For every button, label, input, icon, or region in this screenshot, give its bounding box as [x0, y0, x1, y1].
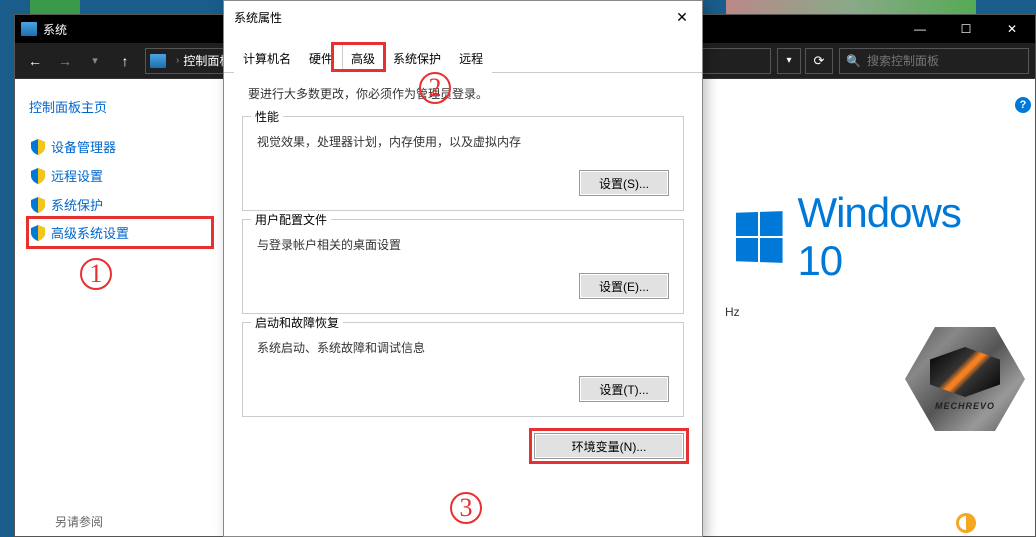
system-icon — [21, 22, 37, 36]
sidebar-item-protection[interactable]: 系统保护 — [29, 190, 211, 219]
shield-icon — [31, 168, 45, 184]
annotation-1: 1 — [80, 258, 112, 290]
refresh-button[interactable]: ⟳ — [805, 48, 833, 74]
sidebar-item-device-manager[interactable]: 设备管理器 — [29, 132, 211, 161]
group-performance: 性能 视觉效果，处理器计划，内存使用，以及虚拟内存 设置(S)... — [242, 116, 684, 211]
nav-back[interactable]: ← — [21, 47, 49, 75]
desktop-background-hint2 — [726, 0, 976, 14]
sidebar-item-remote[interactable]: 远程设置 — [29, 161, 211, 190]
user-profiles-settings-button[interactable]: 设置(E)... — [579, 273, 669, 299]
watermark-text: 创新互联 — [980, 514, 1032, 533]
minimize-button[interactable]: — — [897, 15, 943, 43]
group-startup-text: 系统启动、系统故障和调试信息 — [257, 339, 669, 356]
spec-hz: Hz — [725, 305, 740, 319]
sidebar-item-label: 设备管理器 — [51, 137, 116, 156]
performance-settings-button[interactable]: 设置(S)... — [579, 170, 669, 196]
environment-variables-button[interactable]: 环境变量(N)... — [534, 433, 684, 459]
startup-settings-button[interactable]: 设置(T)... — [579, 376, 669, 402]
nav-recent[interactable]: ▾ — [81, 47, 109, 75]
dialog-tabs: 计算机名 硬件 高级 系统保护 远程 — [224, 43, 702, 73]
mechrevo-badge: MECHREVO — [905, 327, 1025, 431]
breadcrumb-icon — [150, 54, 166, 68]
dialog-title: 系统属性 — [234, 9, 282, 26]
shield-icon — [31, 139, 45, 155]
windows-logo-text: Windows 10 — [797, 189, 1005, 285]
maximize-button[interactable]: ☐ — [943, 15, 989, 43]
mechrevo-label: MECHREVO — [935, 401, 995, 411]
breadcrumb-dropdown[interactable]: ▾ — [777, 48, 801, 74]
help-icon[interactable]: ? — [1015, 97, 1031, 113]
system-title: 系统 — [43, 21, 67, 38]
annotation-3: 3 — [450, 492, 482, 524]
system-properties-dialog: 系统属性 ✕ 计算机名 硬件 高级 系统保护 远程 要进行大多数更改，你必须作为… — [223, 0, 703, 537]
sidebar-item-label: 远程设置 — [51, 166, 103, 185]
breadcrumb-sep: › — [176, 55, 179, 66]
tab-computer-name[interactable]: 计算机名 — [234, 44, 300, 73]
group-performance-text: 视觉效果，处理器计划，内存使用，以及虚拟内存 — [257, 133, 669, 150]
nav-up[interactable]: ↑ — [111, 47, 139, 75]
tab-hardware[interactable]: 硬件 — [300, 44, 342, 73]
sidebar-item-label: 系统保护 — [51, 195, 103, 214]
admin-note: 要进行大多数更改，你必须作为管理员登录。 — [224, 73, 702, 108]
annotation-box-3: 环境变量(N)... — [529, 428, 689, 464]
tab-protection[interactable]: 系统保护 — [384, 44, 450, 73]
annotation-2: 2 — [419, 72, 451, 104]
windows-logo: Windows 10 — [735, 189, 1005, 285]
group-startup-legend: 启动和故障恢复 — [251, 314, 343, 331]
search-input[interactable] — [867, 54, 1022, 68]
group-performance-legend: 性能 — [251, 108, 283, 125]
sidebar: 控制面板主页 设备管理器 远程设置 系统保护 高级系统设置 — [15, 79, 225, 536]
group-user-profiles-legend: 用户配置文件 — [251, 211, 331, 228]
search-icon: 🔍 — [846, 54, 861, 68]
mechrevo-badge-icon — [930, 347, 1000, 397]
search-box[interactable]: 🔍 — [839, 48, 1029, 74]
sidebar-item-advanced[interactable]: 高级系统设置 — [26, 216, 214, 249]
see-also: 另请参阅 — [55, 513, 103, 530]
watermark: 创新互联 — [956, 513, 1032, 533]
tab-advanced[interactable]: 高级 — [342, 44, 384, 73]
dialog-titlebar[interactable]: 系统属性 ✕ — [224, 1, 702, 33]
sidebar-item-label: 高级系统设置 — [51, 223, 129, 242]
dialog-close-button[interactable]: ✕ — [666, 4, 698, 30]
sidebar-title[interactable]: 控制面板主页 — [29, 97, 211, 116]
close-button[interactable]: ✕ — [989, 15, 1035, 43]
group-startup: 启动和故障恢复 系统启动、系统故障和调试信息 设置(T)... — [242, 322, 684, 417]
group-user-profiles: 用户配置文件 与登录帐户相关的桌面设置 设置(E)... — [242, 219, 684, 314]
group-user-profiles-text: 与登录帐户相关的桌面设置 — [257, 236, 669, 253]
shield-icon — [31, 197, 45, 213]
tab-remote[interactable]: 远程 — [450, 44, 492, 73]
nav-forward[interactable]: → — [51, 47, 79, 75]
watermark-icon — [956, 513, 976, 533]
shield-icon — [31, 225, 45, 241]
windows-logo-icon — [736, 211, 783, 263]
